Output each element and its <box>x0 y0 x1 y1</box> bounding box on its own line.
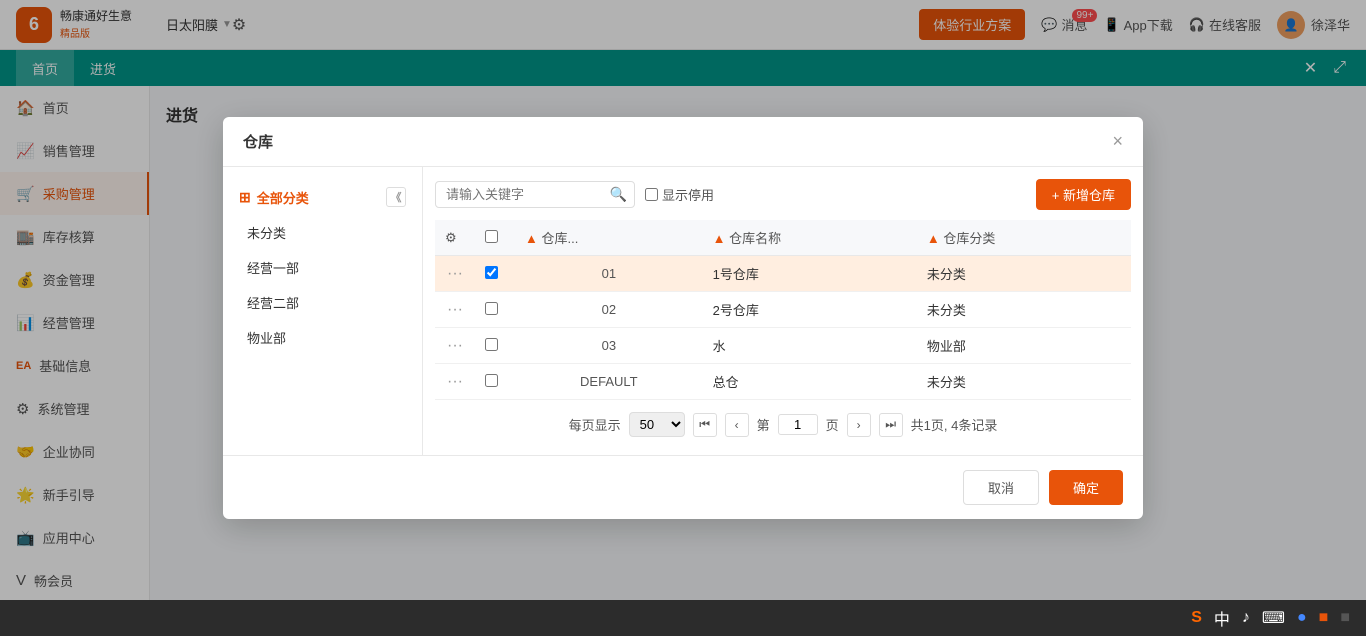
add-warehouse-button[interactable]: + 新增仓库 <box>1036 179 1131 210</box>
row-num: 03 <box>515 328 703 364</box>
row-num: 02 <box>515 292 703 328</box>
select-all-checkbox[interactable] <box>485 230 498 243</box>
row-checkbox[interactable] <box>485 374 498 387</box>
row-actions-icon[interactable]: ··· <box>447 337 463 354</box>
search-wrap: 🔍 <box>435 181 635 208</box>
row-gear-cell: ··· <box>435 364 475 400</box>
bottom-icon-circle[interactable]: ● <box>1297 609 1307 627</box>
modal-title: 仓库 <box>243 131 273 152</box>
row-gear-cell: ··· <box>435 256 475 292</box>
row-category: 未分类 <box>917 364 1131 400</box>
row-category: 物业部 <box>917 328 1131 364</box>
cancel-button[interactable]: 取消 <box>963 470 1039 505</box>
category-item-ops1[interactable]: 经营一部 <box>223 250 422 285</box>
sort-icon-name: ▲ <box>713 231 726 246</box>
table-panel: 🔍 显示停用 + 新增仓库 ⚙ <box>423 167 1143 455</box>
row-actions-icon[interactable]: ··· <box>447 373 463 390</box>
warehouse-table: ⚙ ▲ 仓库... ▲ 仓库名称 <box>435 220 1131 400</box>
row-gear-cell: ··· <box>435 328 475 364</box>
prev-page-button[interactable]: ‹ <box>725 413 749 437</box>
per-page-label: 每页显示 <box>569 415 621 434</box>
grid-icon: ⊞ <box>239 189 251 206</box>
row-category: 未分类 <box>917 256 1131 292</box>
page-summary: 共1页, 4条记录 <box>911 415 998 434</box>
modal-header: 仓库 × <box>223 117 1143 167</box>
category-item-unclassified[interactable]: 未分类 <box>223 215 422 250</box>
table-row[interactable]: ··· 03 水 物业部 <box>435 328 1131 364</box>
col-checkbox <box>475 220 515 256</box>
row-name: 水 <box>703 328 917 364</box>
row-checkbox[interactable] <box>485 338 498 351</box>
row-actions-icon[interactable]: ··· <box>447 301 463 318</box>
bottom-icon-square-orange[interactable]: ■ <box>1319 609 1329 627</box>
col-code: ▲ 仓库... <box>515 220 703 256</box>
collapse-button[interactable]: 《 <box>386 187 406 207</box>
row-num: DEFAULT <box>515 364 703 400</box>
modal-close-button[interactable]: × <box>1112 131 1123 152</box>
confirm-button[interactable]: 确定 <box>1049 470 1123 505</box>
row-checkbox[interactable] <box>485 266 498 279</box>
bottom-icon-s[interactable]: S <box>1191 609 1202 627</box>
row-actions-icon[interactable]: ··· <box>447 265 463 282</box>
col-gear: ⚙ <box>435 220 475 256</box>
gear-header-icon: ⚙ <box>445 230 457 245</box>
category-item-property[interactable]: 物业部 <box>223 320 422 355</box>
category-panel: ⊞ 全部分类 《 未分类 经营一部 经营二部 物业部 <box>223 167 423 455</box>
category-item-ops2[interactable]: 经营二部 <box>223 285 422 320</box>
modal-body: ⊞ 全部分类 《 未分类 经营一部 经营二部 物业部 <box>223 167 1143 455</box>
table-toolbar: 🔍 显示停用 + 新增仓库 <box>435 179 1131 210</box>
row-checkbox-cell <box>475 364 515 400</box>
sort-icon-category: ▲ <box>927 231 940 246</box>
search-input[interactable] <box>435 181 635 208</box>
search-icon: 🔍 <box>610 186 627 203</box>
bottom-icon-keyboard[interactable]: ⌨ <box>1262 608 1285 628</box>
row-name: 总仓 <box>703 364 917 400</box>
row-name: 2号仓库 <box>703 292 917 328</box>
all-categories-label: 全部分类 <box>257 188 309 207</box>
sort-icon-code: ▲ <box>525 231 538 246</box>
row-checkbox-cell <box>475 256 515 292</box>
row-checkbox-cell <box>475 328 515 364</box>
bottom-icon-audio[interactable]: ♪ <box>1242 609 1250 627</box>
row-name: 1号仓库 <box>703 256 917 292</box>
col-category: ▲ 仓库分类 <box>917 220 1131 256</box>
page-end-label: 页 <box>826 415 839 434</box>
page-number-input[interactable] <box>778 414 818 435</box>
first-page-button[interactable]: ⏮ <box>693 413 717 437</box>
table-row[interactable]: ··· 02 2号仓库 未分类 <box>435 292 1131 328</box>
row-checkbox-cell <box>475 292 515 328</box>
per-page-select[interactable]: 50 20 100 <box>629 412 685 437</box>
next-page-button[interactable]: › <box>847 413 871 437</box>
page-label: 第 <box>757 415 770 434</box>
bottom-bar: S 中 ♪ ⌨ ● ■ ■ <box>0 600 1366 636</box>
warehouse-modal: 仓库 × ⊞ 全部分类 《 未分类 经营一部 经营二部 <box>223 117 1143 519</box>
bottom-icon-square-dark[interactable]: ■ <box>1340 609 1350 627</box>
pagination: 每页显示 50 20 100 ⏮ ‹ 第 页 › ⏭ 共1页, 4条记录 <box>435 400 1131 443</box>
row-num: 01 <box>515 256 703 292</box>
col-name: ▲ 仓库名称 <box>703 220 917 256</box>
modal-footer: 取消 确定 <box>223 455 1143 519</box>
bottom-icon-chinese[interactable]: 中 <box>1214 606 1230 630</box>
show-disabled-checkbox[interactable] <box>645 188 658 201</box>
row-checkbox[interactable] <box>485 302 498 315</box>
row-gear-cell: ··· <box>435 292 475 328</box>
show-disabled-label[interactable]: 显示停用 <box>645 185 714 204</box>
table-row[interactable]: ··· DEFAULT 总仓 未分类 <box>435 364 1131 400</box>
table-row[interactable]: ··· 01 1号仓库 未分类 <box>435 256 1131 292</box>
modal-overlay: 仓库 × ⊞ 全部分类 《 未分类 经营一部 经营二部 <box>0 0 1366 636</box>
row-category: 未分类 <box>917 292 1131 328</box>
all-categories-item[interactable]: ⊞ 全部分类 《 <box>223 179 422 215</box>
last-page-button[interactable]: ⏭ <box>879 413 903 437</box>
